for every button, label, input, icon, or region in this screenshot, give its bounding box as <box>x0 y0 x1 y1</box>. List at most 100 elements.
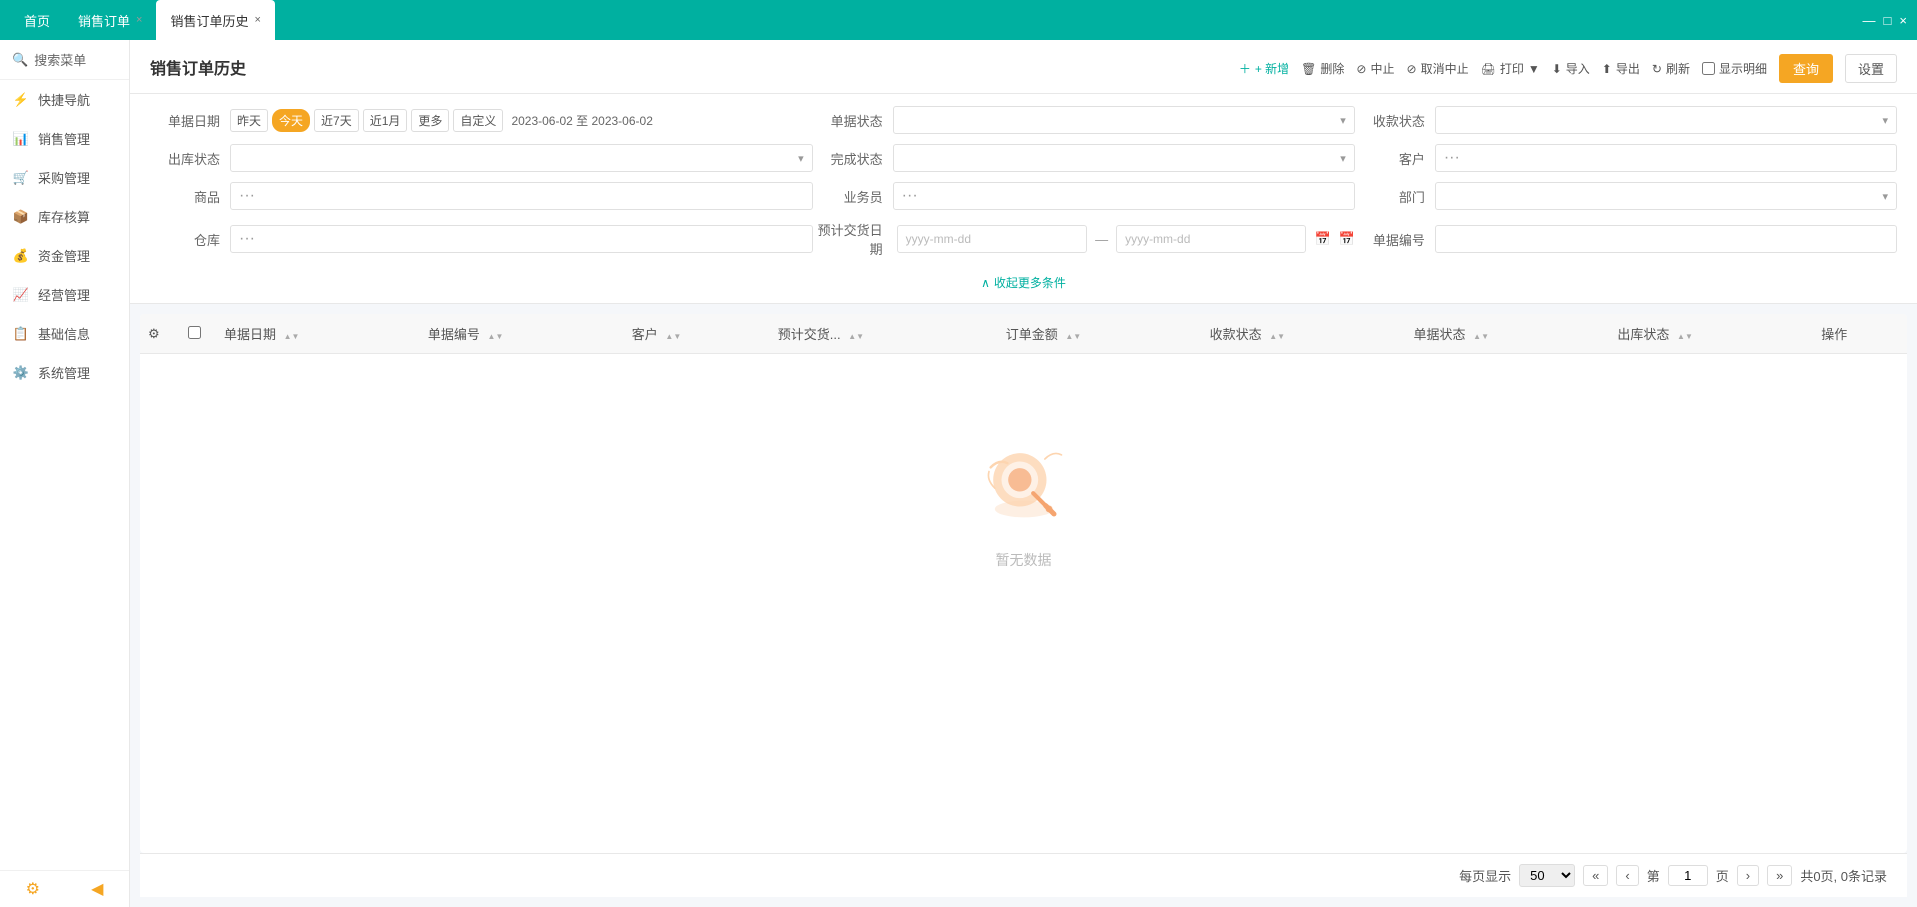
sales-mgmt-icon: 📊 <box>12 130 30 148</box>
stop-button[interactable]: ⊘ 中止 <box>1356 60 1394 77</box>
date-btn-more[interactable]: 更多 <box>411 109 449 132</box>
warehouse-status-col: 出库状态 ▾ <box>150 144 813 172</box>
refresh-button[interactable]: ↻ 刷新 <box>1652 60 1690 77</box>
payment-status-select[interactable]: ▾ <box>1435 106 1897 134</box>
th-amount[interactable]: 订单金额 ▲▼ <box>998 314 1202 354</box>
date-filter-col: 单据日期 昨天 今天 近7天 近1月 更多 自定义 2023-06-02 至 2… <box>150 109 813 132</box>
page-unit: 页 <box>1716 866 1729 885</box>
department-arrow: ▾ <box>1882 190 1888 203</box>
sort-order-status-icon: ▲▼ <box>1473 332 1489 341</box>
product-input[interactable]: ··· <box>230 182 813 210</box>
warehouse-input[interactable]: ··· <box>230 225 813 253</box>
tab-sales-history[interactable]: 销售订单历史 × <box>156 0 274 40</box>
th-payment[interactable]: 收款状态 ▲▼ <box>1202 314 1406 354</box>
complete-status-select[interactable]: ▾ <box>893 144 1355 172</box>
department-select[interactable]: ▾ <box>1435 182 1897 210</box>
sort-warehouse-icon: ▲▼ <box>1677 332 1693 341</box>
tab-close-sales-history[interactable]: × <box>254 14 260 26</box>
operations-icon: 📈 <box>12 286 30 304</box>
sidebar-item-finance[interactable]: 💰 资金管理 <box>0 236 129 275</box>
sidebar-item-quick-nav[interactable]: ⚡ 快捷导航 <box>0 80 129 119</box>
date-btn-today[interactable]: 今天 <box>272 109 310 132</box>
sidebar-item-sales-mgmt[interactable]: 📊 销售管理 <box>0 119 129 158</box>
salesperson-input[interactable]: ··· <box>893 182 1355 210</box>
th-number[interactable]: 单据编号 ▲▼ <box>420 314 624 354</box>
display-columns-toggle[interactable]: 显示明细 <box>1702 60 1767 77</box>
table-area: ⚙ 单据日期 ▲▼ 单据编号 ▲▼ 客户 ▲▼ <box>140 314 1907 853</box>
delivery-date-col: 预计交货日期 yyyy-mm-dd — yyyy-mm-dd 📅 📅 <box>813 220 1355 258</box>
date-control: 昨天 今天 近7天 近1月 更多 自定义 2023-06-02 至 2023-0… <box>230 109 813 132</box>
warehouse-status-arrow: ▾ <box>798 152 804 165</box>
tab-sales-order[interactable]: 销售订单 × <box>64 0 156 40</box>
complete-status-col: 完成状态 ▾ <box>813 144 1355 172</box>
customer-label: 客户 <box>1355 149 1435 168</box>
date-btn-yesterday[interactable]: 昨天 <box>230 109 268 132</box>
page-label: 第 <box>1647 866 1660 885</box>
customer-input[interactable]: ··· <box>1435 144 1897 172</box>
tab-close-sales-order[interactable]: × <box>136 14 142 26</box>
sidebar-item-inventory[interactable]: 📦 库存核算 <box>0 197 129 236</box>
collapse-icon: ∧ <box>981 276 990 290</box>
settings-button[interactable]: 设置 <box>1845 54 1897 83</box>
sidebar-item-operations[interactable]: 📈 经营管理 <box>0 275 129 314</box>
delivery-end-input[interactable]: yyyy-mm-dd <box>1116 225 1306 253</box>
th-date[interactable]: 单据日期 ▲▼ <box>216 314 420 354</box>
th-order-status[interactable]: 单据状态 ▲▼ <box>1406 314 1610 354</box>
th-customer[interactable]: 客户 ▲▼ <box>624 314 770 354</box>
page-input[interactable] <box>1668 865 1708 886</box>
warehouse-status-select[interactable]: ▾ <box>230 144 813 172</box>
delete-button[interactable]: 🗑 删除 <box>1301 60 1344 77</box>
last-page-button[interactable]: » <box>1767 865 1792 886</box>
order-number-label: 单据编号 <box>1355 230 1435 249</box>
empty-text: 暂无数据 <box>996 550 1052 570</box>
tab-home[interactable]: 首页 <box>10 0 64 40</box>
next-page-button[interactable]: › <box>1737 865 1759 886</box>
order-number-input[interactable] <box>1435 225 1897 253</box>
date-btn-custom[interactable]: 自定义 <box>453 109 503 132</box>
date-btn-1month[interactable]: 近1月 <box>363 109 408 132</box>
th-checkbox[interactable] <box>180 314 216 354</box>
total-records: 共0页, 0条记录 <box>1800 866 1887 885</box>
empty-row: 暂无数据 <box>140 354 1907 651</box>
base-info-icon: 📋 <box>12 325 30 343</box>
warehouse-dots: ··· <box>239 230 255 248</box>
calendar-icon-start[interactable]: 📅 <box>1314 231 1330 247</box>
warehouse-col: 仓库 ··· <box>150 225 813 253</box>
collapse-button[interactable]: ∧ 收起更多条件 <box>150 268 1897 291</box>
order-status-label: 单据状态 <box>813 111 893 130</box>
th-warehouse-status[interactable]: 出库状态 ▲▼ <box>1609 314 1813 354</box>
print-button[interactable]: 🖨 打印 ▼ <box>1481 60 1540 77</box>
th-delivery[interactable]: 预计交货... ▲▼ <box>770 314 998 354</box>
sidebar-item-system-mgmt[interactable]: ⚙️ 系统管理 <box>0 353 129 392</box>
th-settings[interactable]: ⚙ <box>140 314 180 354</box>
print-dropdown-icon: ▼ <box>1528 62 1540 76</box>
page-title: 销售订单历史 <box>150 55 246 93</box>
salesperson-col: 业务员 ··· <box>813 182 1355 210</box>
sidebar-item-base-info[interactable]: 📋 基础信息 <box>0 314 129 353</box>
order-status-select[interactable]: ▾ <box>893 106 1355 134</box>
system-mgmt-icon: ⚙️ <box>12 364 30 382</box>
query-button[interactable]: 查询 <box>1779 54 1833 83</box>
first-page-button[interactable]: « <box>1583 865 1608 886</box>
export-button[interactable]: ⬆ 导出 <box>1602 60 1640 77</box>
sidebar-collapse-icon[interactable]: ◀ <box>91 879 103 899</box>
page-header: 销售订单历史 ＋ + 新增 🗑 删除 ⊘ 中止 ⊘ 取消中止 <box>130 40 1917 94</box>
cancel-stop-button[interactable]: ⊘ 取消中止 <box>1407 60 1469 77</box>
import-button[interactable]: ⬇ 导入 <box>1552 60 1590 77</box>
minimize-button[interactable]: — <box>1863 13 1876 28</box>
display-columns-checkbox[interactable] <box>1702 62 1715 75</box>
sidebar-search[interactable]: 🔍 搜索菜单 <box>0 40 129 80</box>
select-all-checkbox[interactable] <box>188 326 201 339</box>
date-btn-7days[interactable]: 近7天 <box>314 109 359 132</box>
sidebar-item-purchase-mgmt[interactable]: 🛒 采购管理 <box>0 158 129 197</box>
page-size-select[interactable]: 50 10 20 100 <box>1519 864 1575 887</box>
complete-status-arrow: ▾ <box>1340 152 1346 165</box>
sidebar-settings-icon[interactable]: ⚙ <box>26 879 40 899</box>
new-button[interactable]: ＋ + 新增 <box>1239 60 1289 77</box>
prev-page-button[interactable]: ‹ <box>1616 865 1638 886</box>
restore-button[interactable]: □ <box>1884 13 1892 28</box>
calendar-icon-end[interactable]: 📅 <box>1339 231 1355 247</box>
close-button[interactable]: × <box>1899 13 1907 28</box>
delivery-start-input[interactable]: yyyy-mm-dd <box>897 225 1087 253</box>
sort-date-icon: ▲▼ <box>284 332 300 341</box>
